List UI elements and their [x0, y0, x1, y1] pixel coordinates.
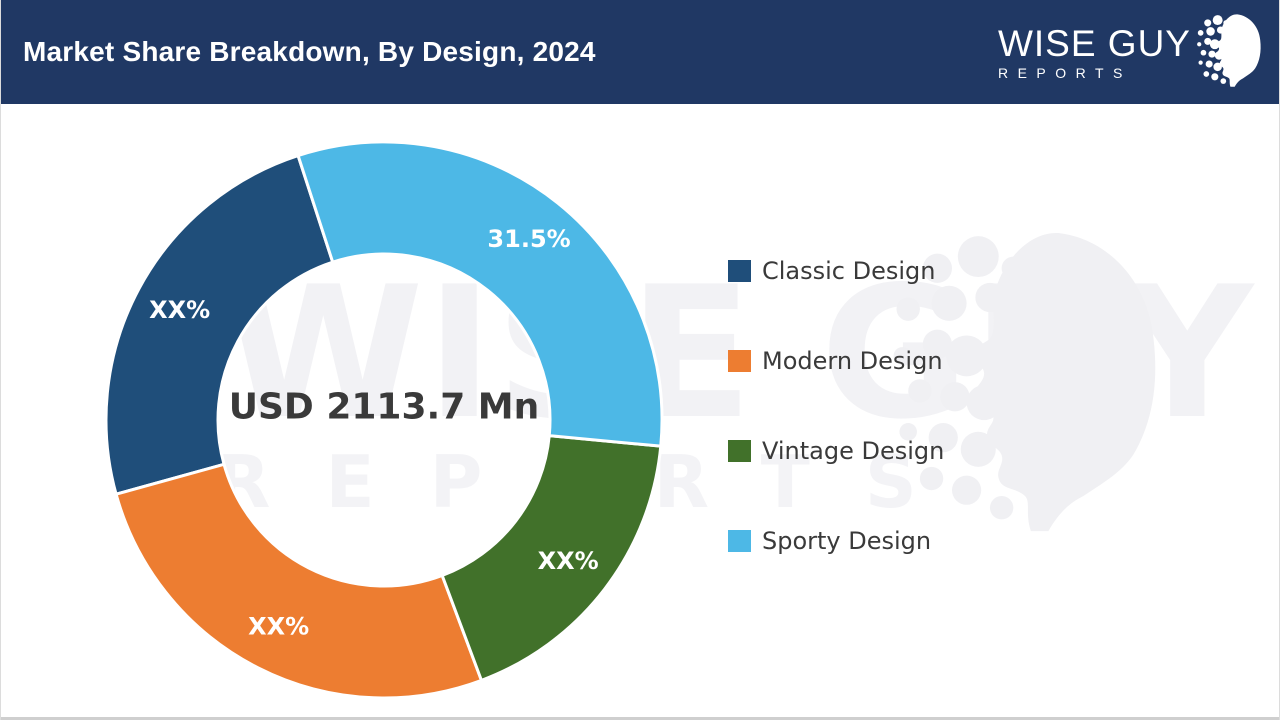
legend-item-sporty-design: Sporty Design	[728, 527, 944, 555]
market-share-infographic: Market Share Breakdown, By Design, 2024 …	[0, 0, 1280, 720]
donut-slice-modern-design	[114, 462, 484, 700]
donut-slice-classic-design	[104, 153, 335, 497]
legend-label-vintage-design: Vintage Design	[762, 437, 945, 465]
legend-swatch-sporty-design	[728, 530, 751, 552]
legend-label-classic-design: Classic Design	[762, 257, 936, 285]
page-title: Market Share Breakdown, By Design, 2024	[23, 36, 596, 67]
wise-guy-logo: WISE GUY REPORTS	[998, 13, 1265, 91]
legend-item-modern-design: Modern Design	[728, 347, 944, 375]
slice-label-sporty-design: 31.5%	[487, 225, 570, 253]
legend-item-vintage-design: Vintage Design	[728, 437, 945, 465]
legend-label-modern-design: Modern Design	[762, 347, 943, 375]
legend-item-classic-design: Classic Design	[728, 257, 944, 285]
legend-label-sporty-design: Sporty Design	[762, 527, 932, 555]
slice-label-classic-design: XX%	[149, 296, 210, 324]
chart-center-value: USD 2113.7 Mn	[228, 386, 540, 428]
logo-subtitle: REPORTS	[997, 64, 1132, 81]
legend-swatch-modern-design	[728, 350, 751, 372]
logo-wordmark: WISE GUY	[997, 22, 1191, 64]
logo-head-icon	[1193, 13, 1265, 91]
slice-label-vintage-design: XX%	[538, 547, 599, 575]
slice-label-modern-design: XX%	[248, 613, 309, 641]
logo-text: WISE GUY REPORTS	[998, 25, 1191, 80]
header: Market Share Breakdown, By Design, 2024 …	[1, 0, 1279, 104]
legend-swatch-vintage-design	[728, 440, 751, 462]
chart-legend: Classic Design Modern Design Vintage Desig…	[728, 257, 945, 619]
legend-swatch-classic-design	[728, 260, 751, 282]
